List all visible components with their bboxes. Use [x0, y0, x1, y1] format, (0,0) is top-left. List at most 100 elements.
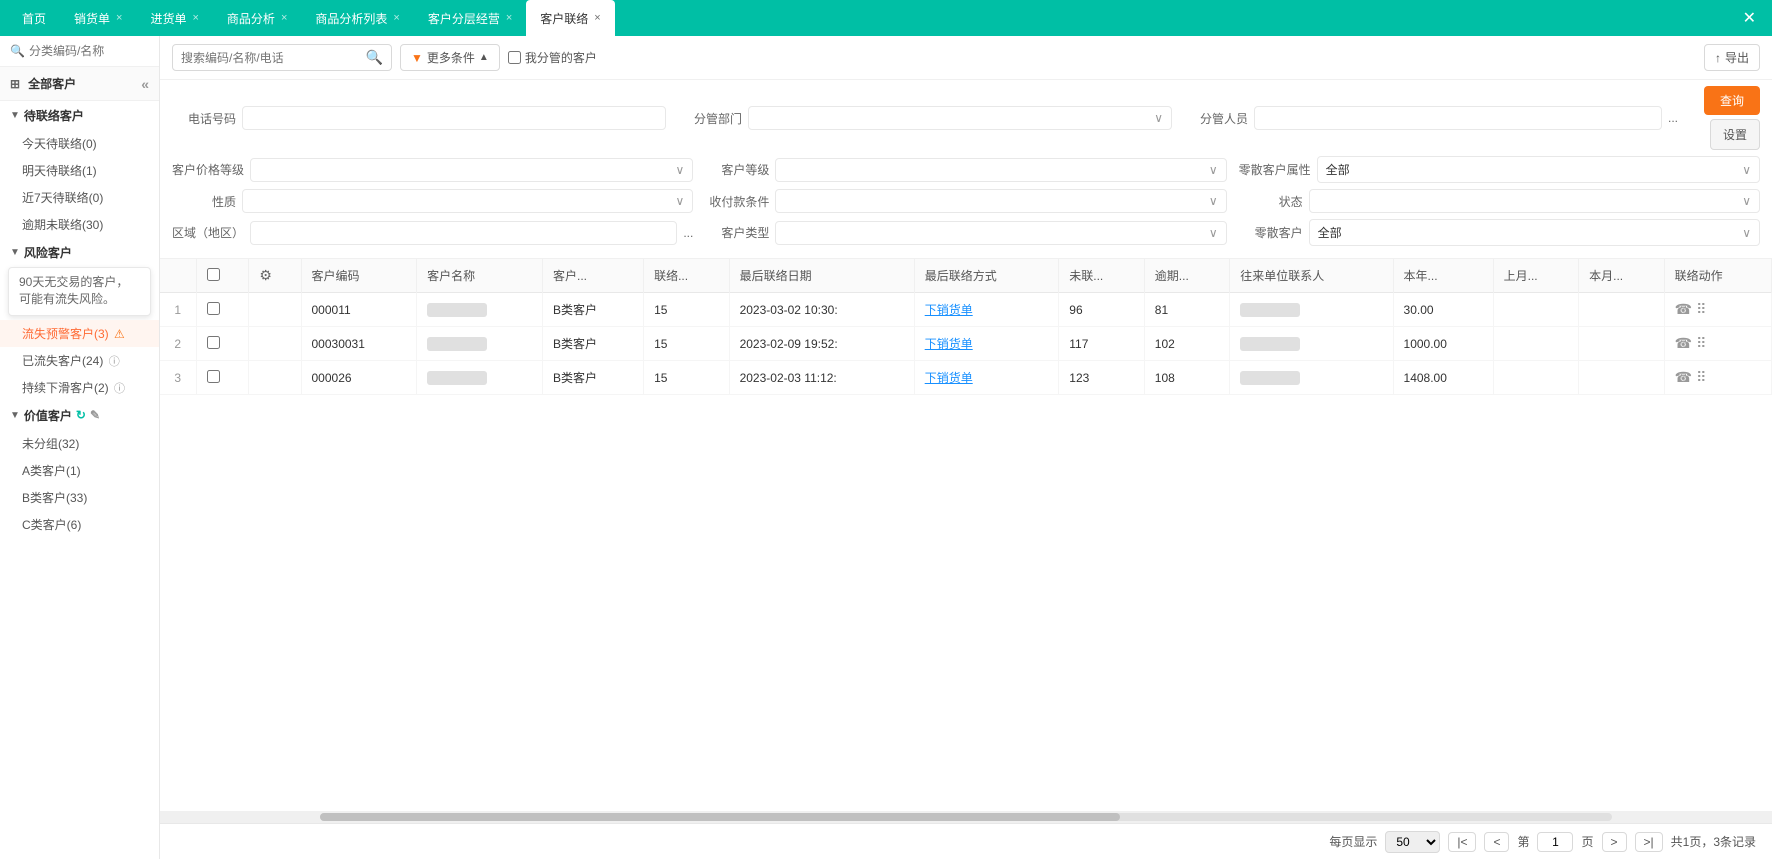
- horizontal-scrollbar[interactable]: [160, 811, 1772, 823]
- column-settings-button[interactable]: ⚙: [259, 267, 272, 284]
- dept-select[interactable]: ∨: [748, 106, 1172, 130]
- phone-input[interactable]: [242, 106, 666, 130]
- next-page-button[interactable]: >: [1602, 832, 1627, 852]
- my-customers-checkbox-label[interactable]: 我分管的客户: [508, 49, 597, 66]
- row-checkbox-0[interactable]: [207, 302, 220, 315]
- cell-last-method: 下销货单: [914, 293, 1059, 327]
- tab-customer-mgmt-close-icon[interactable]: ×: [506, 12, 512, 24]
- tab-customer-mgmt[interactable]: 客户分层经营 ×: [414, 0, 526, 36]
- sidebar-item-tomorrow[interactable]: 明天待联络(1): [0, 157, 159, 184]
- filter-field-region: 区域（地区） ...: [172, 221, 693, 245]
- sidebar: 🔍 ⊞ 全部客户 « ▼ 待联络客户 今天待联络(0) 明天待联络(1) 近7天…: [0, 36, 160, 859]
- col-gear[interactable]: ⚙: [249, 259, 301, 293]
- tab-customer-contact-close-icon[interactable]: ×: [594, 12, 600, 24]
- sidebar-search-icon: 🔍: [10, 44, 25, 58]
- tab-purchase-close-icon[interactable]: ×: [192, 12, 198, 24]
- gender-select[interactable]: ∨: [242, 189, 693, 213]
- payment-select[interactable]: ∨: [775, 189, 1226, 213]
- settings-button[interactable]: 设置: [1710, 119, 1760, 150]
- tab-customer-contact[interactable]: 客户联络 ×: [526, 0, 614, 36]
- scrollbar-thumb[interactable]: [320, 813, 1120, 821]
- price-level-select[interactable]: ∨: [250, 158, 693, 182]
- page-number-input[interactable]: [1537, 832, 1573, 852]
- tab-home[interactable]: 首页: [8, 0, 60, 36]
- sidebar-item-declining[interactable]: 持续下滑客户(2) ⓘ: [0, 374, 159, 401]
- cell-code: 000026: [301, 361, 417, 395]
- tab-analysis-list-close-icon[interactable]: ×: [393, 12, 399, 24]
- col-action: 联络动作: [1664, 259, 1771, 293]
- query-button[interactable]: 查询: [1704, 86, 1760, 115]
- contact-method-link[interactable]: 下销货单: [925, 371, 973, 385]
- sidebar-item-b-class[interactable]: B类客户(33): [0, 484, 159, 511]
- more-conditions-button[interactable]: ▼ 更多条件 ▲: [400, 44, 500, 71]
- tab-analysis-close-icon[interactable]: ×: [281, 12, 287, 24]
- col-this-month: 本月...: [1579, 259, 1665, 293]
- more-action-icon[interactable]: ⠿: [1696, 301, 1706, 317]
- sidebar-search-input[interactable]: [29, 44, 149, 58]
- region-more-button[interactable]: ...: [683, 226, 693, 240]
- collapse-icon[interactable]: «: [141, 76, 149, 92]
- cell-action: ☎⠿: [1664, 293, 1771, 327]
- col-this-year: 本年...: [1393, 259, 1493, 293]
- sidebar-group-pending[interactable]: ▼ 待联络客户: [0, 101, 159, 130]
- per-page-select[interactable]: 50 20 100: [1385, 831, 1440, 853]
- status-select[interactable]: ∨: [1309, 189, 1760, 213]
- sidebar-item-ungrouped[interactable]: 未分组(32): [0, 430, 159, 457]
- tab-purchase[interactable]: 进货单 ×: [136, 0, 212, 36]
- zero-customer-select[interactable]: 全部 ∨: [1309, 219, 1760, 246]
- customer-type-select[interactable]: ∨: [775, 221, 1226, 245]
- row-checkbox-2[interactable]: [207, 370, 220, 383]
- tab-analysis[interactable]: 商品分析 ×: [213, 0, 301, 36]
- sidebar-item-churned[interactable]: 已流失客户(24) ⓘ: [0, 347, 159, 374]
- refresh-icon[interactable]: ↻: [76, 408, 86, 422]
- row-checkbox-1[interactable]: [207, 336, 220, 349]
- col-code: 客户编码: [301, 259, 417, 293]
- edit-icon[interactable]: ✎: [90, 408, 100, 422]
- col-seq: [160, 259, 196, 293]
- more-action-icon[interactable]: ⠿: [1696, 369, 1706, 385]
- region-input[interactable]: [250, 221, 677, 245]
- sidebar-all-customers[interactable]: ⊞ 全部客户 «: [0, 67, 159, 101]
- contact-method-link[interactable]: 下销货单: [925, 337, 973, 351]
- tab-sales[interactable]: 销货单 ×: [60, 0, 136, 36]
- main-search-input[interactable]: [181, 51, 366, 65]
- call-icon[interactable]: ☎: [1675, 369, 1692, 385]
- main-search-button[interactable]: 🔍: [366, 49, 383, 66]
- zero-attr-select[interactable]: 全部 ∨: [1317, 156, 1760, 183]
- col-overdue: 逾期...: [1144, 259, 1230, 293]
- first-page-button[interactable]: |<: [1448, 832, 1476, 852]
- manager-input[interactable]: [1254, 106, 1662, 130]
- export-button[interactable]: ↑ 导出: [1704, 44, 1760, 71]
- col-last-contact-date: 最后联络日期: [729, 259, 914, 293]
- per-page-label: 每页显示: [1329, 833, 1377, 850]
- prev-page-button[interactable]: <: [1484, 832, 1509, 852]
- last-page-button[interactable]: >|: [1635, 832, 1663, 852]
- cell-name: [417, 361, 543, 395]
- sidebar-item-week[interactable]: 近7天待联络(0): [0, 184, 159, 211]
- window-close-button[interactable]: ✕: [1735, 8, 1764, 28]
- sidebar-item-a-class[interactable]: A类客户(1): [0, 457, 159, 484]
- sidebar-group-value[interactable]: ▼ 价值客户 ↻ ✎: [0, 401, 159, 430]
- cell-empty: [249, 293, 301, 327]
- my-customers-checkbox[interactable]: [508, 51, 521, 64]
- select-all-checkbox[interactable]: [207, 268, 220, 281]
- cell-last-date: 2023-02-03 11:12:: [729, 361, 914, 395]
- tab-sales-close-icon[interactable]: ×: [116, 12, 122, 24]
- filter-field-manager: 分管人员 ...: [1184, 106, 1678, 130]
- grid-icon: ⊞: [10, 77, 20, 91]
- sidebar-item-c-class[interactable]: C类客户(6): [0, 511, 159, 538]
- sidebar-item-today[interactable]: 今天待联络(0): [0, 130, 159, 157]
- more-action-icon[interactable]: ⠿: [1696, 335, 1706, 351]
- sidebar-item-churn-warning[interactable]: 流失预警客户(3) ⚠: [0, 320, 159, 347]
- cell-this-month: [1579, 293, 1665, 327]
- sidebar-item-overdue[interactable]: 逾期未联络(30): [0, 211, 159, 238]
- call-icon[interactable]: ☎: [1675, 301, 1692, 317]
- cell-seq: 2: [160, 327, 196, 361]
- sidebar-group-risk[interactable]: ▼ 风险客户: [0, 238, 159, 267]
- contact-method-link[interactable]: 下销货单: [925, 303, 973, 317]
- manager-more-button[interactable]: ...: [1668, 111, 1678, 125]
- call-icon[interactable]: ☎: [1675, 335, 1692, 351]
- customer-level-select[interactable]: ∨: [775, 158, 1226, 182]
- cell-this-month: [1579, 361, 1665, 395]
- tab-analysis-list[interactable]: 商品分析列表 ×: [301, 0, 413, 36]
